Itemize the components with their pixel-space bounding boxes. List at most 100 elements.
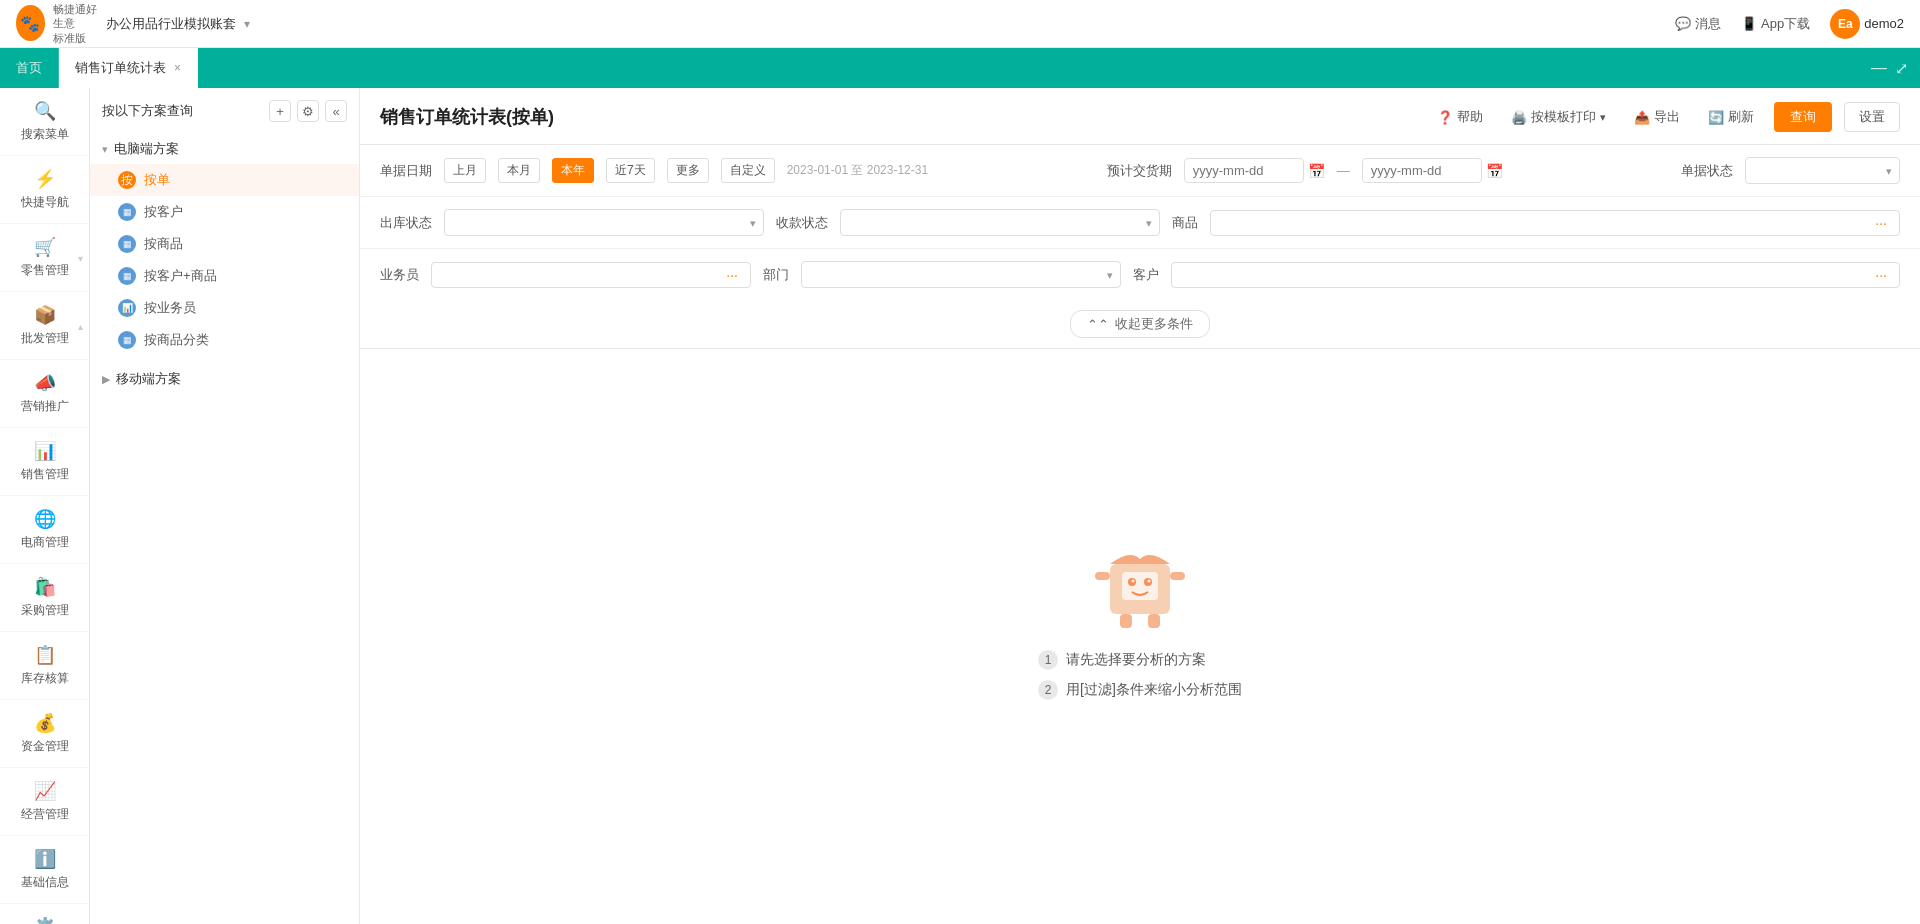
tab-home[interactable]: 首页 bbox=[0, 48, 59, 88]
page-title: 销售订单统计表(按单) bbox=[380, 105, 554, 129]
sidebar-item-retail[interactable]: 🛒 零售管理 ▾ bbox=[0, 224, 89, 292]
nav-tabs: 首页 销售订单统计表 × — ⤢ bbox=[0, 48, 1920, 88]
tab-sales-order-stats[interactable]: 销售订单统计表 × bbox=[59, 48, 198, 88]
app-download-button[interactable]: 📱 App下载 bbox=[1741, 15, 1810, 33]
page-actions: ❓ 帮助 🖨️ 按模板打印 📤 导出 bbox=[1429, 102, 1900, 132]
message-icon: 💬 bbox=[1675, 16, 1691, 31]
top-center: 办公用品行业模拟账套 ▾ bbox=[106, 15, 1675, 33]
workspace-arrow-icon: ▾ bbox=[244, 17, 250, 31]
collapse-button[interactable]: ⌃⌃ 收起更多条件 bbox=[1070, 310, 1210, 338]
tree-item-by-customer-goods[interactable]: ▦ 按客户+商品 bbox=[90, 260, 359, 292]
payment-input[interactable] bbox=[840, 209, 1160, 236]
empty-hint-2: 2 用[过滤]条件来缩小分析范围 bbox=[1038, 680, 1242, 700]
message-button[interactable]: 💬 消息 bbox=[1675, 15, 1721, 33]
tab-close-icon[interactable]: × bbox=[174, 61, 181, 75]
sidebar-item-inventory[interactable]: 📋 库存核算 bbox=[0, 632, 89, 700]
page-title-row: 销售订单统计表(按单) ❓ 帮助 🖨️ 按模板打印 📤 bbox=[380, 102, 1900, 132]
retail-icon: 🛒 bbox=[34, 236, 56, 258]
date-btn-7days[interactable]: 近7天 bbox=[606, 158, 655, 183]
sidebar-item-wholesale[interactable]: 📦 批发管理 ▴ bbox=[0, 292, 89, 360]
salesperson-label: 业务员 bbox=[380, 266, 419, 284]
tree-item-by-goods-category[interactable]: ▦ 按商品分类 bbox=[90, 324, 359, 356]
empty-illustration bbox=[1080, 514, 1200, 634]
tree-item-by-order[interactable]: 按 按单 bbox=[90, 164, 359, 196]
tree-item-icon-by-gc: ▦ bbox=[118, 331, 136, 349]
dept-input[interactable] bbox=[801, 261, 1121, 288]
sidebar-item-finance[interactable]: 💰 资金管理 bbox=[0, 700, 89, 768]
tree-item-by-customer[interactable]: ▦ 按客户 bbox=[90, 196, 359, 228]
maximize-icon[interactable]: ⤢ bbox=[1895, 59, 1908, 78]
delivery-select-wrap: ▾ bbox=[444, 209, 764, 236]
date-btn-last-month[interactable]: 上月 bbox=[444, 158, 486, 183]
export-button[interactable]: 📤 导出 bbox=[1626, 104, 1688, 130]
sidebar-item-quicknav[interactable]: ⚡ 快捷导航 bbox=[0, 156, 89, 224]
tree-section-pc-header[interactable]: ▾ 电脑端方案 bbox=[90, 134, 359, 164]
export-icon: 📤 bbox=[1634, 110, 1650, 125]
customer-dots-button[interactable]: ··· bbox=[1871, 267, 1891, 283]
sidebar-item-sales[interactable]: 📊 销售管理 bbox=[0, 428, 89, 496]
sidebar-item-system[interactable]: ⚙️ 系统管理 bbox=[0, 904, 89, 924]
tab-window-actions: — ⤢ bbox=[1859, 59, 1920, 78]
tree-item-by-salesperson[interactable]: 📊 按业务员 bbox=[90, 292, 359, 324]
goods-dots-button[interactable]: ··· bbox=[1871, 215, 1891, 231]
workspace-name[interactable]: 办公用品行业模拟账套 bbox=[106, 15, 236, 33]
hint-num-1: 1 bbox=[1038, 650, 1058, 670]
svg-rect-8 bbox=[1120, 614, 1132, 628]
sidebar-item-purchase[interactable]: 🛍️ 采购管理 bbox=[0, 564, 89, 632]
settings-button[interactable]: 设置 bbox=[1844, 102, 1900, 132]
top-right: 💬 消息 📱 App下载 Ea demo2 bbox=[1675, 9, 1904, 39]
purchase-icon: 🛍️ bbox=[34, 576, 56, 598]
sidebar-item-marketing[interactable]: 📣 营销推广 bbox=[0, 360, 89, 428]
refresh-button[interactable]: 🔄 刷新 bbox=[1700, 104, 1762, 130]
help-button[interactable]: ❓ 帮助 bbox=[1429, 104, 1491, 130]
customer-input[interactable] bbox=[1180, 267, 1871, 282]
tree-item-by-goods[interactable]: ▦ 按商品 bbox=[90, 228, 359, 260]
sidebar-item-ecommerce[interactable]: 🌐 电商管理 bbox=[0, 496, 89, 564]
filter-row-1: 单据日期 上月 本月 本年 近7天 更多 自定义 2023-01-01 至 20… bbox=[360, 145, 1920, 197]
minimize-icon[interactable]: — bbox=[1871, 59, 1887, 77]
salesperson-dots-button[interactable]: ··· bbox=[722, 267, 742, 283]
print-icon: 🖨️ bbox=[1511, 110, 1527, 125]
date-btn-this-month[interactable]: 本月 bbox=[498, 158, 540, 183]
help-icon: ❓ bbox=[1437, 110, 1453, 125]
expected-date-from[interactable] bbox=[1184, 158, 1304, 183]
sidebar-item-operations[interactable]: 📈 经营管理 bbox=[0, 768, 89, 836]
print-button[interactable]: 🖨️ 按模板打印 bbox=[1503, 104, 1614, 130]
salesperson-input[interactable] bbox=[440, 267, 722, 282]
date-range-display: 2023-01-01 至 2023-12-31 bbox=[787, 162, 928, 179]
svg-point-5 bbox=[1148, 579, 1151, 582]
tree-item-icon-by-cg: ▦ bbox=[118, 267, 136, 285]
collapse-bar: ⌃⌃ 收起更多条件 bbox=[360, 300, 1920, 349]
date-label: 单据日期 bbox=[380, 162, 432, 180]
calendar-to-icon[interactable]: 📅 bbox=[1486, 163, 1503, 179]
tree-section-mobile-header[interactable]: ▶ 移动端方案 bbox=[90, 364, 359, 394]
right-content: 销售订单统计表(按单) ❓ 帮助 🖨️ 按模板打印 📤 bbox=[360, 88, 1920, 924]
goods-input-wrap[interactable]: ··· bbox=[1210, 210, 1900, 236]
collapse-tree-button[interactable]: « bbox=[325, 100, 347, 122]
user-profile[interactable]: Ea demo2 bbox=[1830, 9, 1904, 39]
date-btn-custom[interactable]: 自定义 bbox=[721, 158, 775, 183]
app-icon: 📱 bbox=[1741, 16, 1757, 31]
expected-date-to[interactable] bbox=[1362, 158, 1482, 183]
add-scheme-button[interactable]: + bbox=[269, 100, 291, 122]
delivery-input[interactable] bbox=[444, 209, 764, 236]
svg-point-4 bbox=[1132, 579, 1135, 582]
goods-input[interactable] bbox=[1219, 215, 1871, 230]
refresh-icon: 🔄 bbox=[1708, 110, 1724, 125]
scheme-settings-button[interactable]: ⚙ bbox=[297, 100, 319, 122]
status-input[interactable] bbox=[1745, 157, 1900, 184]
date-btn-this-year[interactable]: 本年 bbox=[552, 158, 594, 183]
filter-row-3: 业务员 ··· 部门 ▾ 客户 ··· bbox=[360, 249, 1920, 300]
query-button[interactable]: 查询 bbox=[1774, 102, 1832, 132]
main-content: 按以下方案查询 + ⚙ « ▾ 电脑端方案 按 bbox=[90, 88, 1920, 924]
calendar-from-icon[interactable]: 📅 bbox=[1308, 163, 1325, 179]
date-btn-more[interactable]: 更多 bbox=[667, 158, 709, 183]
salesperson-input-wrap[interactable]: ··· bbox=[431, 262, 751, 288]
customer-input-wrap[interactable]: ··· bbox=[1171, 262, 1900, 288]
sidebar-item-basic[interactable]: ℹ️ 基础信息 bbox=[0, 836, 89, 904]
customer-label: 客户 bbox=[1133, 266, 1159, 284]
page-header: 销售订单统计表(按单) ❓ 帮助 🖨️ 按模板打印 📤 bbox=[360, 88, 1920, 145]
payment-label: 收款状态 bbox=[776, 214, 828, 232]
sub-panel: 按以下方案查询 + ⚙ « ▾ 电脑端方案 按 bbox=[90, 88, 1920, 924]
sidebar-item-search[interactable]: 🔍 搜索菜单 bbox=[0, 88, 89, 156]
